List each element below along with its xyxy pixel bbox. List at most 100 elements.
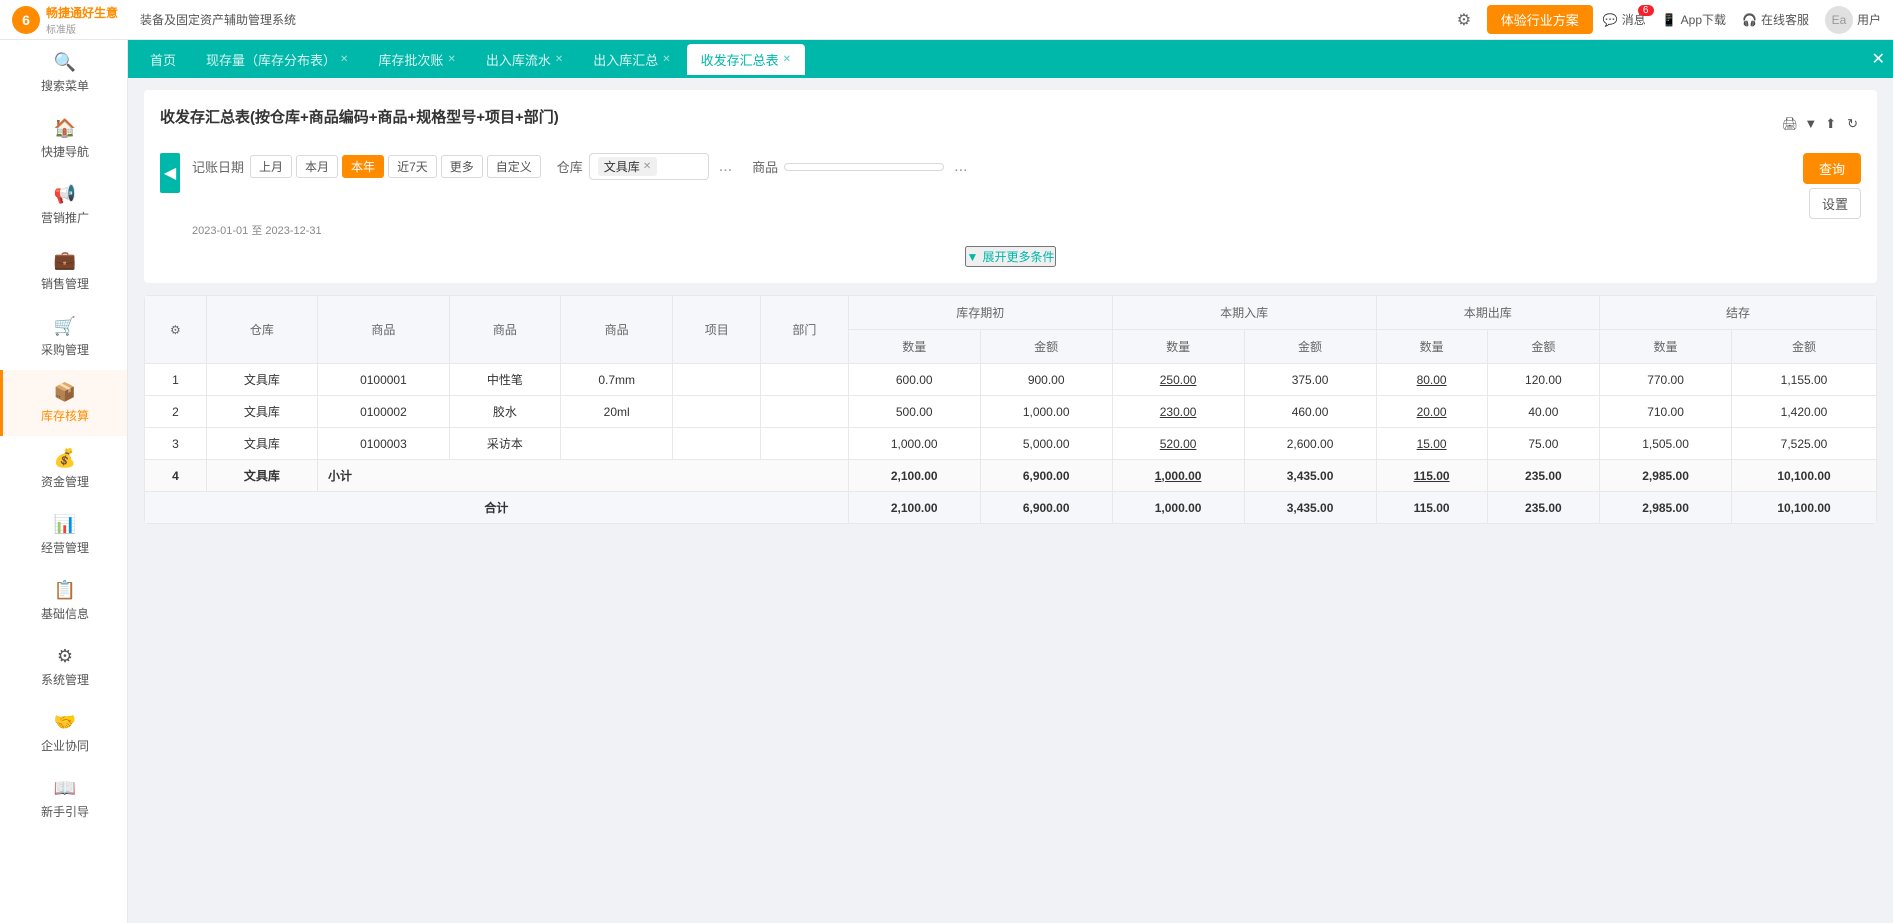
row-out-amt: 120.00 xyxy=(1487,364,1599,396)
row-out-qty[interactable]: 15.00 xyxy=(1376,428,1487,460)
date-7days[interactable]: 近7天 xyxy=(388,155,437,178)
refresh-button[interactable]: ↻ xyxy=(1847,116,1861,132)
row-warehouse: 文具库 xyxy=(206,428,317,460)
sidebar-item-system[interactable]: ⚙ 系统管理 xyxy=(0,634,127,700)
date-custom[interactable]: 自定义 xyxy=(487,155,541,178)
date-prev-month[interactable]: 上月 xyxy=(250,155,292,178)
row-out-qty[interactable]: 20.00 xyxy=(1376,396,1487,428)
main-content: 收发存汇总表(按仓库+商品编码+商品+规格型号+项目+部门) 🖨 ▼ ⬆ xyxy=(128,78,1893,923)
sidebar-label-finance: 资金管理 xyxy=(41,473,89,490)
tab-home[interactable]: 首页 xyxy=(136,44,190,75)
row-no: 1 xyxy=(145,364,207,396)
industry-button[interactable]: 体验行业方案 xyxy=(1487,5,1593,34)
sidebar-item-marketing[interactable]: 📢 营销推广 xyxy=(0,172,127,238)
row-bal-amt: 1,155.00 xyxy=(1732,364,1877,396)
sidebar-item-sales[interactable]: 💼 销售管理 xyxy=(0,238,127,304)
finance-icon: 💰 xyxy=(54,448,76,469)
total-bal-amt: 10,100.00 xyxy=(1732,492,1877,524)
col-in-amt: 金额 xyxy=(1244,330,1376,364)
export-button[interactable]: ⬆ xyxy=(1825,116,1839,132)
sidebar-item-inventory[interactable]: 📦 库存核算 xyxy=(0,370,127,436)
subtotal-bal-qty: 2,985.00 xyxy=(1600,460,1732,492)
row-dept xyxy=(761,396,849,428)
sidebar-label-basic: 基础信息 xyxy=(41,605,89,622)
setting-button[interactable]: 设置 xyxy=(1809,188,1861,219)
row-in-qty[interactable]: 250.00 xyxy=(1112,364,1244,396)
tab-close-all[interactable]: ✕ xyxy=(1872,49,1885,69)
tab-close-batch[interactable]: ✕ xyxy=(447,54,455,65)
sidebar-label-purchase: 采购管理 xyxy=(41,341,89,358)
query-button[interactable]: 查询 xyxy=(1803,153,1861,184)
col-balance: 结存 xyxy=(1600,296,1877,330)
sidebar-item-search[interactable]: 🔍 搜索菜单 xyxy=(0,40,127,106)
tab-stock-dist[interactable]: 现存量（库存分布表）✕ xyxy=(192,44,362,75)
total-out-amt: 235.00 xyxy=(1487,492,1599,524)
table-card: ⚙ 仓库 商品 商品 商品 项目 部门 库存期初 本期入库 本期出库 结存 xyxy=(144,295,1877,524)
total-open-qty: 2,100.00 xyxy=(848,492,980,524)
warehouse-input[interactable]: 文具库 ✕ xyxy=(589,153,709,180)
subtotal-in-qty[interactable]: 1,000.00 xyxy=(1112,460,1244,492)
search-actions: 查询 设置 xyxy=(1803,153,1861,219)
tab-recv-send[interactable]: 收发存汇总表✕ xyxy=(687,44,805,75)
data-table: ⚙ 仓库 商品 商品 商品 项目 部门 库存期初 本期入库 本期出库 结存 xyxy=(144,295,1877,524)
top-bar-actions: 💬 消息 6 📱 App下载 🎧 在线客服 Ea 用户 xyxy=(1603,6,1881,34)
tab-close-flow[interactable]: ✕ xyxy=(555,54,563,65)
tab-close-stock-dist[interactable]: ✕ xyxy=(340,54,348,65)
row-in-qty[interactable]: 230.00 xyxy=(1112,396,1244,428)
product-more-dots[interactable]: ... xyxy=(950,158,971,176)
sidebar-item-enterprise[interactable]: 🤝 企业协同 xyxy=(0,700,127,766)
sidebar-label-system: 系统管理 xyxy=(41,671,89,688)
settings-icon[interactable]: ⚙ xyxy=(1457,10,1477,30)
tab-flow[interactable]: 出入库流水✕ xyxy=(472,44,577,75)
sidebar-label-marketing: 营销推广 xyxy=(41,209,89,226)
page-header: 收发存汇总表(按仓库+商品编码+商品+规格型号+项目+部门) 🖨 ▼ ⬆ xyxy=(160,106,1861,141)
sidebar-item-basic[interactable]: 📋 基础信息 xyxy=(0,568,127,634)
online-service-action[interactable]: 🎧 在线客服 xyxy=(1742,11,1809,28)
product-input[interactable] xyxy=(784,163,944,171)
app-download-action[interactable]: 📱 App下载 xyxy=(1662,11,1726,28)
row-no: 3 xyxy=(145,428,207,460)
expand-conditions-button[interactable]: ▼ 展开更多条件 xyxy=(965,246,1057,267)
user-action[interactable]: Ea 用户 xyxy=(1825,6,1881,34)
tab-close-recv-send[interactable]: ✕ xyxy=(783,54,791,65)
inventory-icon: 📦 xyxy=(54,382,76,403)
date-more[interactable]: 更多 xyxy=(441,155,483,178)
row-out-qty[interactable]: 80.00 xyxy=(1376,364,1487,396)
col-open-amt: 金额 xyxy=(980,330,1112,364)
total-in-qty: 1,000.00 xyxy=(1112,492,1244,524)
sidebar-item-quick-nav[interactable]: 🏠 快捷导航 xyxy=(0,106,127,172)
sidebar-item-finance[interactable]: 💰 资金管理 xyxy=(0,436,127,502)
warehouse-tag-close[interactable]: ✕ xyxy=(643,161,651,172)
warehouse-filter-field: 仓库 文具库 ✕ ... xyxy=(557,153,736,180)
row-in-qty[interactable]: 520.00 xyxy=(1112,428,1244,460)
collapse-filter-button[interactable]: ◀ xyxy=(160,153,180,193)
total-bal-qty: 2,985.00 xyxy=(1600,492,1732,524)
subtotal-warehouse: 文具库 xyxy=(206,460,317,492)
row-code: 0100001 xyxy=(317,364,449,396)
tab-summary[interactable]: 出入库汇总✕ xyxy=(579,44,684,75)
sidebar-item-purchase[interactable]: 🛒 采购管理 xyxy=(0,304,127,370)
refresh-icon: ↻ xyxy=(1847,116,1858,132)
date-cur-year[interactable]: 本年 xyxy=(342,155,384,178)
col-code: 商品 xyxy=(317,296,449,364)
sidebar-item-operations[interactable]: 📊 经营管理 xyxy=(0,502,127,568)
main-area: 🔍 搜索菜单 🏠 快捷导航 📢 营销推广 💼 销售管理 🛒 采购管理 📦 库存核… xyxy=(0,40,1893,923)
sidebar-item-guide[interactable]: 📖 新手引导 xyxy=(0,766,127,832)
warehouse-more-dots[interactable]: ... xyxy=(715,158,736,176)
print-button[interactable]: 🖨 ▼ xyxy=(1782,116,1817,132)
headset-icon: 🎧 xyxy=(1742,13,1757,27)
message-action[interactable]: 💬 消息 6 xyxy=(1603,11,1646,28)
purchase-icon: 🛒 xyxy=(54,316,76,337)
filter-row: ◀ 记账日期 上月 本月 本年 近7天 更多 xyxy=(160,153,1861,219)
subtotal-open-qty: 2,100.00 xyxy=(848,460,980,492)
tab-batch[interactable]: 库存批次账✕ xyxy=(364,44,469,75)
warehouse-label: 仓库 xyxy=(557,157,583,176)
col-open-stock: 库存期初 xyxy=(848,296,1112,330)
row-open-amt: 5,000.00 xyxy=(980,428,1112,460)
tab-close-summary[interactable]: ✕ xyxy=(662,54,670,65)
subtotal-out-qty[interactable]: 115.00 xyxy=(1376,460,1487,492)
quick-nav-icon: 🏠 xyxy=(54,118,76,139)
date-cur-month[interactable]: 本月 xyxy=(296,155,338,178)
logo-text: 畅捷通好生意 标准版 xyxy=(46,4,118,36)
page-title: 收发存汇总表(按仓库+商品编码+商品+规格型号+项目+部门) xyxy=(160,106,559,127)
